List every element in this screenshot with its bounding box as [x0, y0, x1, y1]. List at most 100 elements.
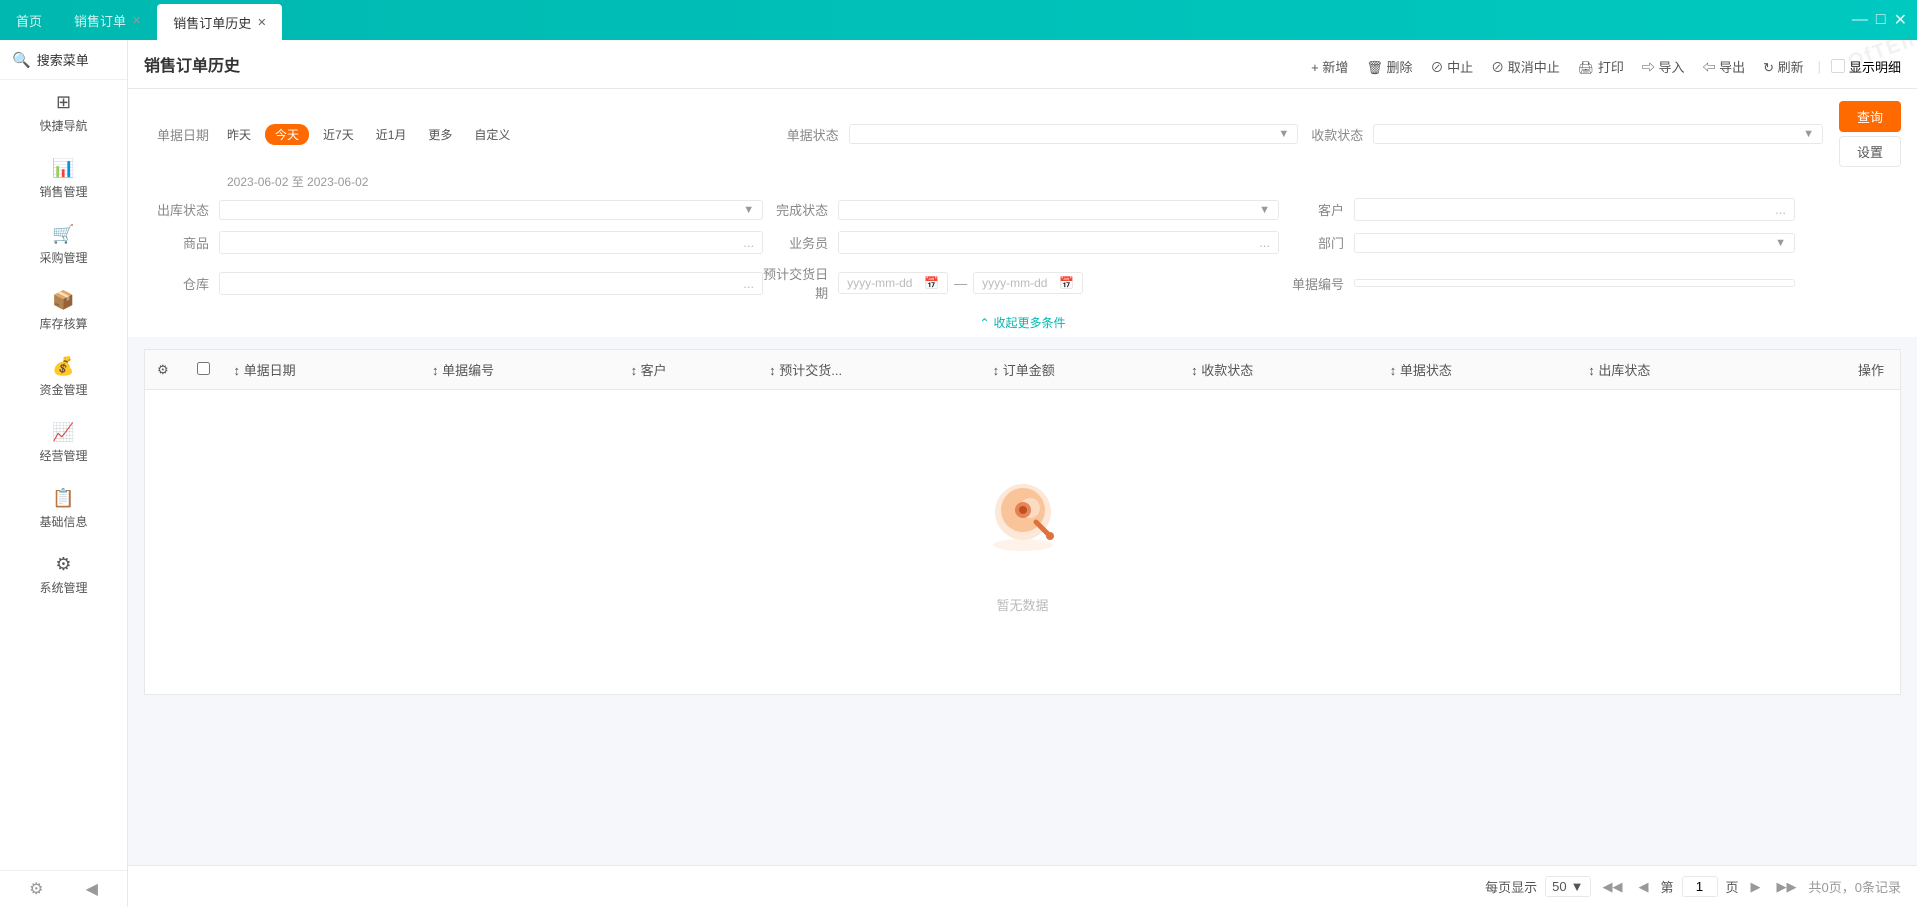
page-number-input[interactable] — [1682, 876, 1718, 897]
refresh-button[interactable]: ↻ 刷新 — [1759, 55, 1808, 78]
import-button[interactable]: ⇨ 导入 — [1638, 55, 1689, 78]
export-button[interactable]: ⇦ 导出 — [1698, 55, 1749, 78]
out-stock-select[interactable]: ▼ — [219, 200, 763, 220]
chart-icon: 📊 — [52, 158, 74, 179]
goods-label: 商品 — [144, 233, 219, 252]
page-title: 销售订单历史 — [144, 52, 240, 88]
sidebar-item-sales-mgmt[interactable]: 📊 销售管理 — [0, 146, 127, 212]
salesperson-ellipsis: ... — [1259, 235, 1270, 250]
money-icon: 💰 — [52, 356, 74, 377]
sidebar-item-purchase-mgmt[interactable]: 🛒 采购管理 — [0, 212, 127, 278]
th-settings[interactable]: ⚙ — [145, 350, 185, 390]
warehouse-select[interactable]: ... — [219, 272, 763, 295]
sidebar-item-finance-label: 资金管理 — [39, 381, 87, 398]
total-text: 共0页，0条记录 — [1809, 877, 1901, 896]
sidebar-item-base-info[interactable]: 📋 基础信息 — [0, 476, 127, 542]
cancel-stop-button[interactable]: ⊘ 取消中止 — [1487, 55, 1564, 78]
date-custom[interactable]: 自定义 — [466, 124, 518, 145]
complete-status-select[interactable]: ▼ — [838, 200, 1279, 220]
maximize-btn[interactable]: □ — [1876, 11, 1886, 29]
chevron-down-icon5: ▼ — [1775, 237, 1786, 249]
dept-select[interactable]: ▼ — [1354, 233, 1795, 253]
table-footer: 每页显示 50 ▼ ◀◀ ◀ 第 页 ▶ ▶▶ 共0页，0条记录 — [128, 865, 1917, 907]
sidebar-search[interactable]: 🔍 搜索菜单 — [0, 40, 127, 80]
print-button[interactable]: 🖨 打印 — [1574, 55, 1628, 78]
ops-icon: 📈 — [52, 422, 74, 443]
th-action: 操作 — [1775, 350, 1901, 390]
th-out-stock-status[interactable]: ↕ 出库状态 — [1576, 350, 1775, 390]
display-toggle[interactable]: 显示明细 — [1831, 57, 1901, 76]
th-no[interactable]: ↕ 单据编号 — [420, 350, 619, 390]
filter-settings-button[interactable]: 设置 — [1839, 136, 1901, 167]
expected-date-from[interactable]: yyyy-mm-dd 📅 — [838, 272, 948, 294]
minimize-btn[interactable]: — — [1852, 11, 1868, 29]
date-today[interactable]: 今天 — [265, 124, 309, 145]
select-all-checkbox[interactable] — [197, 362, 210, 375]
customer-select[interactable]: ... — [1354, 198, 1795, 221]
prev-page-btn[interactable]: ◀ — [1635, 877, 1653, 897]
sidebar-item-sys-mgmt[interactable]: ⚙ 系统管理 — [0, 542, 127, 608]
voucher-no-input[interactable] — [1354, 279, 1795, 287]
salesperson-label: 业务员 — [763, 233, 838, 252]
collapse-sidebar-icon[interactable]: ◀ — [86, 879, 98, 899]
th-expected-date[interactable]: ↕ 预计交货... — [757, 350, 980, 390]
date-yesterday[interactable]: 昨天 — [219, 124, 259, 145]
sidebar-item-operations[interactable]: 📈 经营管理 — [0, 410, 127, 476]
next-page-btn[interactable]: ▶ — [1747, 877, 1765, 897]
toolbar-sep: | — [1818, 59, 1821, 74]
sidebar-item-finance[interactable]: 💰 资金管理 — [0, 344, 127, 410]
info-icon: 📋 — [52, 488, 74, 509]
tab-sales-order[interactable]: 销售订单 ✕ — [58, 0, 157, 40]
last-page-btn[interactable]: ▶▶ — [1773, 877, 1801, 897]
th-payment-status[interactable]: ↕ 收款状态 — [1179, 350, 1378, 390]
th-date-label: ↕ 单据日期 — [234, 363, 296, 378]
th-customer[interactable]: ↕ 客户 — [619, 350, 758, 390]
close-icon[interactable]: ✕ — [132, 14, 141, 27]
payment-status-select[interactable]: ▼ — [1373, 124, 1823, 144]
th-checkbox[interactable] — [185, 350, 222, 390]
sidebar-item-quick-nav[interactable]: ⊞ 快捷导航 — [0, 80, 127, 146]
sidebar-item-purchase-label: 采购管理 — [39, 249, 87, 266]
sidebar-item-inventory[interactable]: 📦 库存核算 — [0, 278, 127, 344]
window-controls: — □ ✕ — [1852, 10, 1917, 30]
first-page-btn[interactable]: ◀◀ — [1599, 877, 1627, 897]
th-date[interactable]: ↕ 单据日期 — [222, 350, 421, 390]
delete-button[interactable]: 🗑 删除 — [1362, 55, 1416, 78]
page-header: 销售订单历史 + 新增 🗑 删除 ⊘ 中止 ⊘ 取消中止 🖨 打印 ⇨ 导入 ⇦… — [128, 40, 1917, 89]
page-size-value: 50 — [1552, 879, 1566, 894]
tab-sales-order-history[interactable]: 销售订单历史 ✕ — [157, 4, 282, 40]
new-button[interactable]: + 新增 — [1307, 55, 1352, 78]
display-toggle-label: 显示明细 — [1849, 57, 1901, 76]
th-voucher-status[interactable]: ↕ 单据状态 — [1378, 350, 1577, 390]
sidebar: 🔍 搜索菜单 ⊞ 快捷导航 📊 销售管理 🛒 采购管理 📦 库存核算 💰 资金管… — [0, 40, 128, 907]
out-stock-label: 出库状态 — [144, 200, 219, 219]
settings-bottom-icon[interactable]: ⚙ — [29, 879, 43, 899]
window-close-btn[interactable]: ✕ — [1894, 10, 1907, 30]
empty-text: 暂无数据 — [996, 595, 1048, 614]
tab-home-label: 首页 — [16, 11, 42, 30]
date-7days[interactable]: 近7天 — [315, 124, 362, 145]
display-checkbox[interactable] — [1831, 59, 1845, 73]
expected-date-to[interactable]: yyyy-mm-dd 📅 — [973, 272, 1083, 294]
date-1month[interactable]: 近1月 — [368, 124, 415, 145]
salesperson-select[interactable]: ... — [838, 231, 1279, 254]
stop-button[interactable]: ⊘ 中止 — [1426, 55, 1477, 78]
date-more[interactable]: 更多 — [420, 124, 460, 145]
th-voucher-status-label: ↕ 单据状态 — [1390, 363, 1452, 378]
filter-row-2: 出库状态 ▼ 完成状态 ▼ 客户 — [144, 198, 1901, 221]
warehouse-ellipsis: ... — [743, 276, 754, 291]
th-amount[interactable]: ↕ 订单金额 — [981, 350, 1180, 390]
close-icon-history[interactable]: ✕ — [257, 16, 266, 29]
query-button[interactable]: 查询 — [1839, 101, 1901, 132]
search-icon: 🔍 — [12, 51, 31, 69]
customer-label: 客户 — [1279, 200, 1354, 219]
page-size-select[interactable]: 50 ▼ — [1545, 876, 1590, 897]
tab-home[interactable]: 首页 — [0, 0, 58, 40]
sidebar-item-sys-label: 系统管理 — [39, 579, 87, 596]
voucher-status-select[interactable]: ▼ — [849, 124, 1299, 144]
page-label: 第 — [1661, 877, 1674, 896]
goods-select[interactable]: ... — [219, 231, 763, 254]
collapse-bar[interactable]: ⌃ 收起更多条件 — [144, 312, 1901, 331]
gear-icon: ⚙ — [55, 554, 71, 575]
chevron-down-icon3: ▼ — [743, 204, 754, 216]
